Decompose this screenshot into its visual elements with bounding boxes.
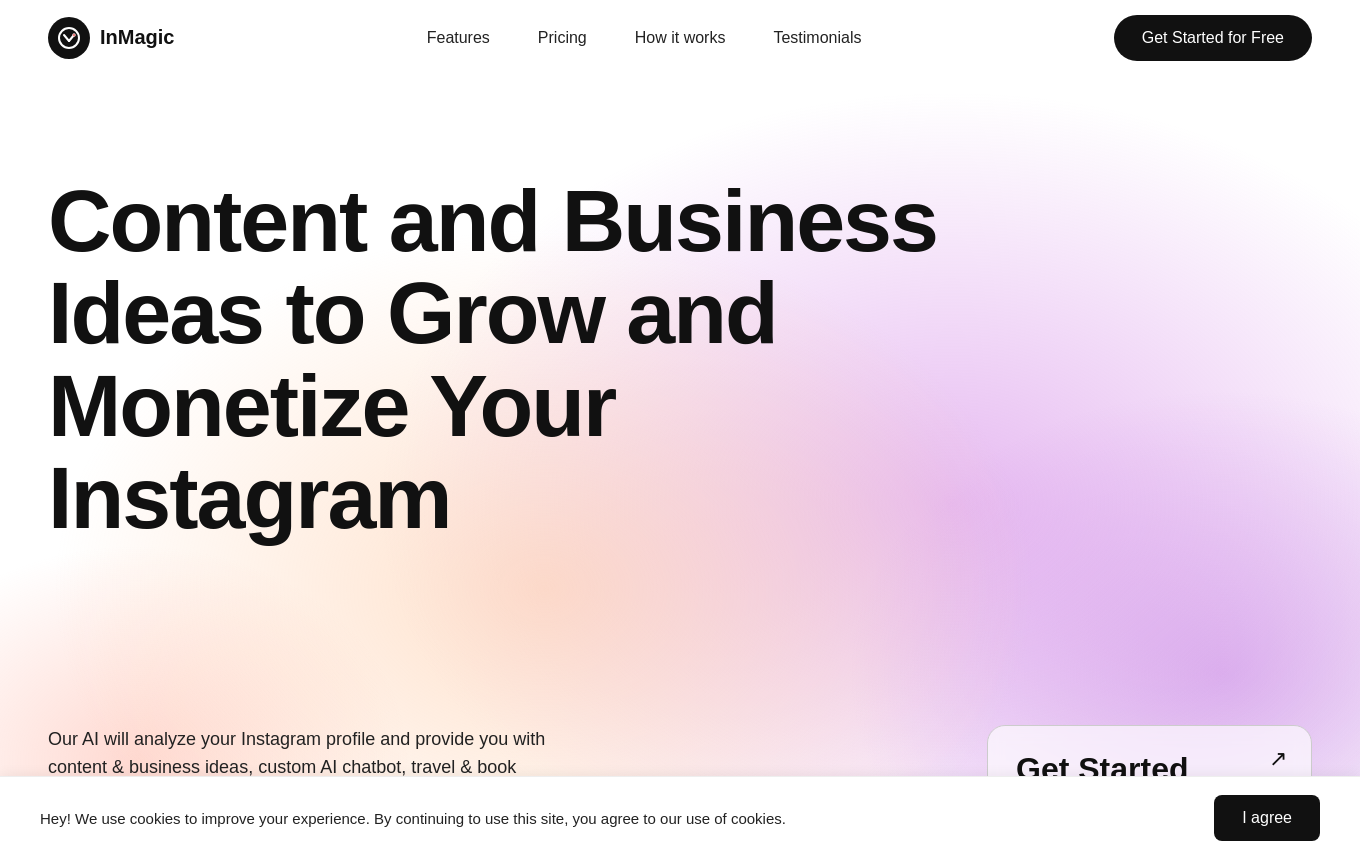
nav-links: Features Pricing How it works Testimonia…	[427, 29, 862, 47]
navbar: InMagic Features Pricing How it works Te…	[0, 0, 1360, 75]
svg-line-1	[64, 35, 69, 41]
hero-section: Content and Business Ideas to Grow and M…	[0, 75, 1360, 859]
cookie-banner: Hey! We use cookies to improve your expe…	[0, 776, 1360, 859]
hero-cta-arrow-icon: ↗	[1269, 746, 1287, 772]
logo-text: InMagic	[100, 26, 174, 49]
cookie-message: Hey! We use cookies to improve your expe…	[40, 810, 1190, 827]
svg-point-0	[59, 28, 79, 48]
nav-cta-button[interactable]: Get Started for Free	[1114, 15, 1312, 61]
logo[interactable]: InMagic	[48, 17, 174, 59]
nav-item-features[interactable]: Features	[427, 29, 490, 47]
svg-point-3	[73, 33, 76, 36]
cookie-agree-button[interactable]: I agree	[1214, 795, 1320, 841]
nav-item-how-it-works[interactable]: How it works	[635, 29, 726, 47]
nav-item-pricing[interactable]: Pricing	[538, 29, 587, 47]
hero-content: Content and Business Ideas to Grow and M…	[48, 175, 1312, 851]
nav-item-testimonials[interactable]: Testimonials	[773, 29, 861, 47]
hero-title: Content and Business Ideas to Grow and M…	[48, 175, 948, 545]
logo-icon	[48, 17, 90, 59]
